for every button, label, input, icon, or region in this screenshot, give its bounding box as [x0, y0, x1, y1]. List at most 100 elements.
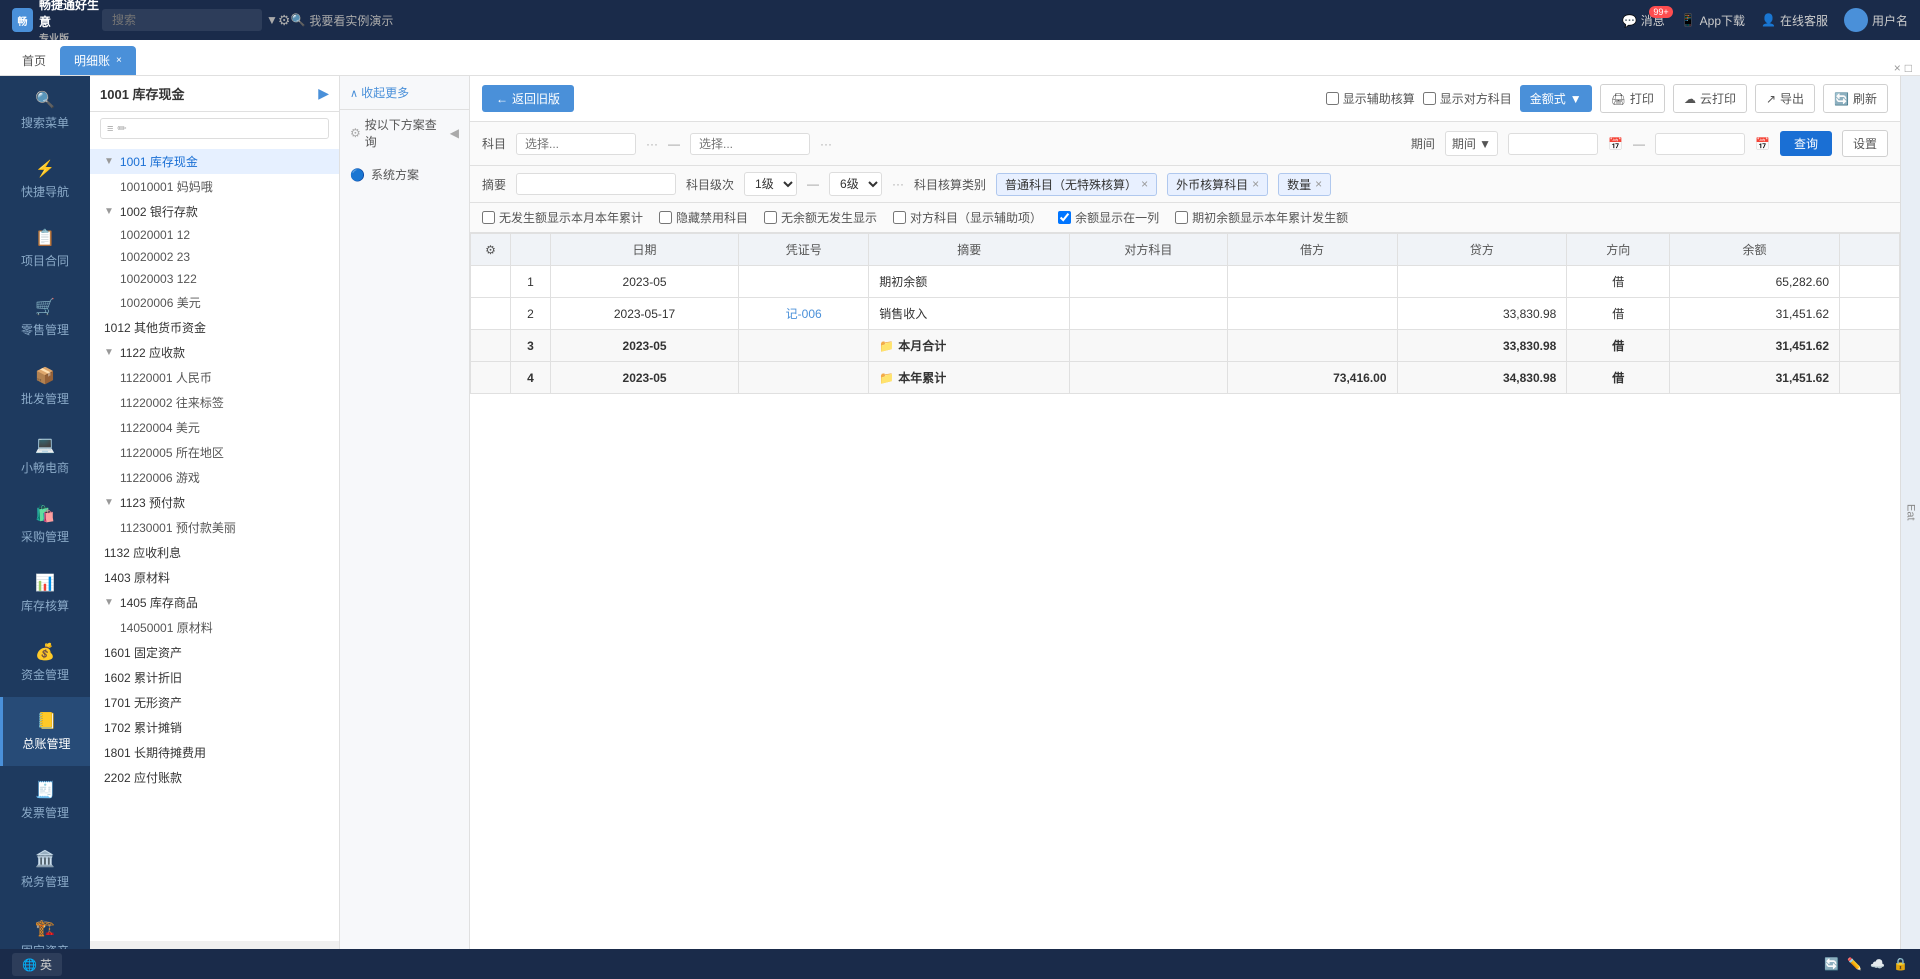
tree-node-10020006[interactable]: 10020006 美元: [90, 290, 339, 315]
tree-node-1002[interactable]: ▼ 1002 银行存款: [90, 199, 339, 224]
query-item-system[interactable]: 🔵 系统方案: [340, 156, 469, 193]
sidebar-item-wholesale[interactable]: 📦 批发管理: [0, 352, 90, 421]
collapse-arrow[interactable]: ◀: [450, 126, 459, 140]
tree-node-11220001[interactable]: 11220001 人民币: [90, 365, 339, 390]
app-download-button[interactable]: 📱 App下载: [1681, 12, 1745, 29]
tree-horizontal-scrollbar[interactable]: [90, 941, 339, 949]
no-occur-checkbox[interactable]: [482, 211, 495, 224]
status-icon-2[interactable]: ✏️: [1847, 957, 1862, 971]
subject-input[interactable]: [516, 133, 636, 155]
top-search-input[interactable]: [102, 9, 262, 31]
tree-node-1602[interactable]: 1602 累计折旧: [90, 665, 339, 690]
window-close-button[interactable]: × □: [1894, 61, 1912, 75]
period-calendar-icon[interactable]: 📅: [1608, 137, 1623, 151]
quick-nav-icon: ⚡: [35, 159, 55, 179]
tree-node-1122[interactable]: ▼ 1122 应收款: [90, 340, 339, 365]
sidebar-item-fixed-assets[interactable]: 🏗️ 固定资产: [0, 904, 90, 949]
tree-node-1601[interactable]: 1601 固定资产: [90, 640, 339, 665]
message-button[interactable]: 💬 消息 99+: [1622, 12, 1664, 29]
level-end-select[interactable]: 6级 5级: [829, 172, 882, 196]
tab-detail[interactable]: 明细账 ×: [60, 46, 136, 75]
refresh-button[interactable]: 🔄 刷新: [1823, 84, 1888, 113]
status-icon-3[interactable]: ☁️: [1870, 957, 1885, 971]
sidebar-item-tax[interactable]: 🏛️ 税务管理: [0, 835, 90, 904]
translate-button[interactable]: 🌐 英: [12, 953, 62, 976]
sidebar-item-quick-nav[interactable]: ⚡ 快捷导航: [0, 145, 90, 214]
online-service-button[interactable]: 👤 在线客服: [1761, 12, 1828, 29]
tree-node-10020003[interactable]: 10020003 122: [90, 268, 339, 290]
translate-icon: 🌐: [22, 958, 37, 972]
filter-tag-quantity[interactable]: 数量 ×: [1278, 173, 1331, 196]
show-opposite-checkbox[interactable]: [1423, 92, 1436, 105]
cell-debit: [1227, 330, 1397, 362]
tree-node-11220006[interactable]: 11220006 游戏: [90, 465, 339, 490]
tree-node-2202[interactable]: 2202 应付账款: [90, 765, 339, 790]
level-start-select[interactable]: 1级 2级 3级: [744, 172, 797, 196]
col-gear[interactable]: ⚙: [471, 234, 511, 266]
tree-node-1701[interactable]: 1701 无形资产: [90, 690, 339, 715]
search-button[interactable]: 查询: [1780, 131, 1832, 156]
voucher-link[interactable]: 记-006: [786, 307, 822, 321]
export-button[interactable]: ↗ 导出: [1755, 84, 1815, 113]
tab-detail-close[interactable]: ×: [116, 55, 122, 66]
hide-disable-checkbox[interactable]: [659, 211, 672, 224]
tree-node-1001[interactable]: ▼ 1001 库存现金: [90, 149, 339, 174]
tree-node-11220004[interactable]: 11220004 美元: [90, 415, 339, 440]
sidebar-item-general-ledger[interactable]: 📒 总账管理: [0, 697, 90, 766]
settings-icon[interactable]: ⚙: [278, 12, 291, 29]
tab-home[interactable]: 首页: [8, 46, 60, 75]
right-collapse-tab[interactable]: Eat: [1900, 76, 1920, 949]
tree-node-1012[interactable]: 1012 其他货币资金: [90, 315, 339, 340]
tree-node-1801[interactable]: 1801 长期待摊费用: [90, 740, 339, 765]
period-end-calendar-icon[interactable]: 📅: [1755, 137, 1770, 151]
sidebar-item-project[interactable]: 📋 项目合同: [0, 214, 90, 283]
tree-node-1702[interactable]: 1702 累计摊销: [90, 715, 339, 740]
summary-input[interactable]: [516, 173, 676, 195]
tree-node-11220005[interactable]: 11220005 所在地区: [90, 440, 339, 465]
status-icon-4[interactable]: 🔒: [1893, 957, 1908, 971]
search-dropdown-icon[interactable]: ▼: [266, 13, 278, 27]
status-icon-1[interactable]: 🔄: [1824, 957, 1839, 971]
tree-node-10010001[interactable]: 10010001 妈妈哦: [90, 174, 339, 199]
tree-node-1405[interactable]: ▼ 1405 库存商品: [90, 590, 339, 615]
tree-node-10020001[interactable]: 10020001 12: [90, 224, 339, 246]
tree-node-11230001[interactable]: 11230001 预付款美丽: [90, 515, 339, 540]
opposite-checkbox[interactable]: [893, 211, 906, 224]
tree-node-1132[interactable]: 1132 应收利息: [90, 540, 339, 565]
user-button[interactable]: 用户名: [1844, 8, 1908, 32]
no-balance-checkbox[interactable]: [764, 211, 777, 224]
tree-node-11220002[interactable]: 11220002 往来标签: [90, 390, 339, 415]
tag-close-icon[interactable]: ×: [1315, 177, 1322, 191]
tag-close-icon[interactable]: ×: [1252, 177, 1259, 191]
filter-tag-foreign[interactable]: 外币核算科目 ×: [1167, 173, 1268, 196]
demo-button[interactable]: 🔍 我要看实例演示: [290, 12, 393, 29]
print-button[interactable]: 🖨 打印: [1600, 84, 1665, 113]
tree-node-14050001[interactable]: 14050001 原材料: [90, 615, 339, 640]
account-select-arrow[interactable]: ▶: [318, 85, 329, 102]
period-mode[interactable]: 期间 ▼: [1445, 131, 1498, 156]
subject-end-input[interactable]: [690, 133, 810, 155]
sidebar-item-retail[interactable]: 🛒 零售管理: [0, 283, 90, 352]
initial-occur-checkbox[interactable]: [1175, 211, 1188, 224]
sidebar-item-invoice[interactable]: 🧾 发票管理: [0, 766, 90, 835]
filter-tag-normal[interactable]: 普通科目（无特殊核算） ×: [996, 173, 1157, 196]
sidebar-item-search-menu[interactable]: 🔍 搜索菜单: [0, 76, 90, 145]
cloud-print-button[interactable]: ☁ 云打印: [1673, 84, 1747, 113]
sidebar-item-ecom[interactable]: 💻 小畅电商: [0, 421, 90, 490]
expand-more-button[interactable]: ∧ 收起更多: [350, 84, 409, 101]
back-old-version-button[interactable]: ← 返回旧版: [482, 85, 574, 112]
tree-node-1123[interactable]: ▼ 1123 预付款: [90, 490, 339, 515]
app-download-label: App下载: [1700, 12, 1745, 29]
settings-button[interactable]: 设置: [1842, 130, 1888, 157]
sidebar-item-purchase[interactable]: 🛍️ 采购管理: [0, 490, 90, 559]
tree-node-1403[interactable]: 1403 原材料: [90, 565, 339, 590]
period-end-input[interactable]: 2023-05: [1655, 133, 1745, 155]
tree-node-10020002[interactable]: 10020002 23: [90, 246, 339, 268]
sidebar-item-inventory[interactable]: 📊 库存核算: [0, 559, 90, 628]
period-start-input[interactable]: 2023-05: [1508, 133, 1598, 155]
show-assist-checkbox[interactable]: [1326, 92, 1339, 105]
balance-col-checkbox[interactable]: [1058, 211, 1071, 224]
sidebar-item-capital[interactable]: 💰 资金管理: [0, 628, 90, 697]
currency-type-button[interactable]: 金额式 ▼: [1520, 85, 1592, 112]
tag-close-icon[interactable]: ×: [1141, 177, 1148, 191]
